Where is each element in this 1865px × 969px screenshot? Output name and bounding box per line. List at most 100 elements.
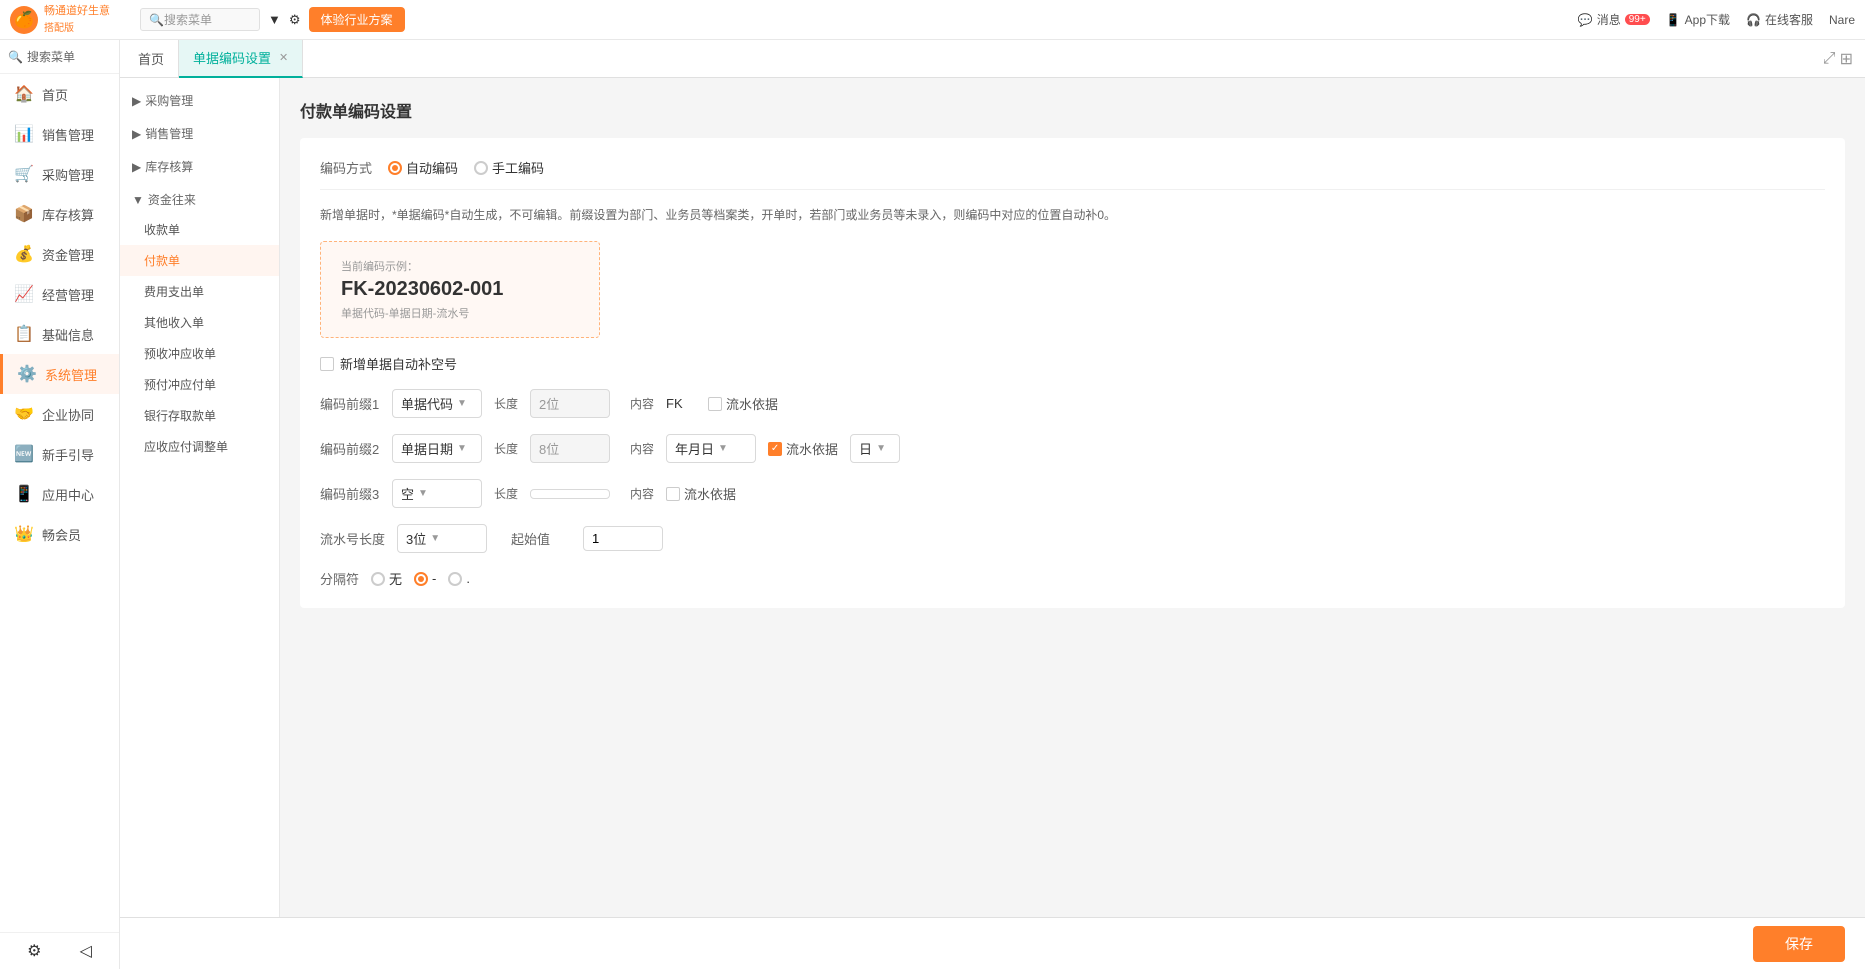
experience-button[interactable]: 体验行业方案 (309, 7, 405, 32)
serial1-label: 流水依据 (726, 394, 778, 413)
chevron-down-icon[interactable]: ▼ (268, 12, 281, 27)
sidebar-label-system: 系统管理 (45, 365, 97, 384)
auto-encode-circle (388, 161, 402, 175)
separator-dot[interactable]: . (448, 571, 470, 586)
header-search[interactable]: 🔍 搜索菜单 (140, 8, 260, 31)
user-info[interactable]: Nare (1829, 13, 1855, 27)
serial1-checkbox[interactable]: 流水依据 (708, 394, 778, 413)
serial-length-row: 流水号长度 3位 ▼ 起始值 (320, 524, 1825, 553)
auto-fill-checkbox[interactable] (320, 357, 334, 371)
separator-dash[interactable]: - (414, 571, 436, 586)
sidebar-item-purchase[interactable]: 🛒 采购管理 (0, 154, 119, 194)
main-content: ▶ 采购管理 ▶ 销售管理 ▶ 库存核算 ▼ 资金往来 收款单 付款单 费用支出… (120, 78, 1865, 969)
serial3-checkbox[interactable]: 流水依据 (666, 484, 736, 503)
collapse-icon[interactable]: ◁ (80, 941, 92, 961)
guide-icon: 🆕 (14, 444, 34, 464)
settings-bottom-icon[interactable]: ⚙ (27, 941, 41, 961)
sidebar-item-sales[interactable]: 📊 销售管理 (0, 114, 119, 154)
business-icon: 📈 (14, 284, 34, 304)
start-value-label: 起始值 (511, 529, 571, 548)
settings-card: 编码方式 自动编码 手工编码 新增单据时，*单据编码*自动生成，不可编辑。前缀设… (300, 138, 1845, 608)
sub-item-receipt[interactable]: 收款单 (120, 214, 279, 245)
prefix3-value: 空 (401, 484, 414, 503)
user-name: Nare (1829, 13, 1855, 27)
auto-fill-row: 新增单据自动补空号 (320, 354, 1825, 373)
group-sales: ▶ 销售管理 (120, 119, 279, 148)
content3-label: 内容 (630, 485, 654, 502)
sidebar-item-guide[interactable]: 🆕 新手引导 (0, 434, 119, 474)
sidebar-item-cooperation[interactable]: 🤝 企业协同 (0, 394, 119, 434)
prefix3-select[interactable]: 空 ▼ (392, 479, 482, 508)
group-inventory-title[interactable]: ▶ 库存核算 (120, 152, 279, 181)
sub-item-bank[interactable]: 银行存取款单 (120, 400, 279, 431)
logo-icon: 🍊 (10, 6, 38, 34)
sub-item-payment[interactable]: 付款单 (120, 245, 279, 276)
prefix2-select[interactable]: 单据日期 ▼ (392, 434, 482, 463)
content2-value: 年月日 (675, 439, 714, 458)
cooperation-icon: 🤝 (14, 404, 34, 424)
preview-desc: 单据代码-单据日期-流水号 (341, 305, 579, 321)
system-icon: ⚙️ (17, 364, 37, 384)
app-download-item[interactable]: 📱 App下载 (1666, 11, 1730, 28)
header-right: 💬 消息 99+ 📱 App下载 🎧 在线客服 Nare (1578, 11, 1855, 28)
preview-value: FK-20230602-001 (341, 278, 579, 301)
sidebar-item-member[interactable]: 👑 畅会员 (0, 514, 119, 554)
manual-encode-radio[interactable]: 手工编码 (474, 158, 544, 177)
prefix2-label: 编码前缀2 (320, 439, 380, 458)
length3-input[interactable] (530, 489, 610, 499)
online-service-item[interactable]: 🎧 在线客服 (1746, 11, 1813, 28)
sidebar-label-member: 畅会员 (42, 525, 81, 544)
prefix1-select[interactable]: 单据代码 ▼ (392, 389, 482, 418)
bottom-bar: 保存 (120, 917, 1865, 969)
sub-item-expense[interactable]: 费用支出单 (120, 276, 279, 307)
tab-fullscreen-icon[interactable]: ⊞ (1840, 49, 1853, 69)
sidebar-item-inventory[interactable]: 📦 库存核算 (0, 194, 119, 234)
sub-item-adjust[interactable]: 应收应付调整单 (120, 431, 279, 462)
prefix3-arrow: ▼ (418, 488, 428, 499)
group-sales-label: 销售管理 (145, 125, 193, 142)
message-item[interactable]: 💬 消息 99+ (1578, 11, 1650, 28)
sidebar-label-business: 经营管理 (42, 285, 94, 304)
separator-row: 分隔符 无 - . (320, 569, 1825, 588)
sidebar-item-apps[interactable]: 📱 应用中心 (0, 474, 119, 514)
sub-sidebar: ▶ 采购管理 ▶ 销售管理 ▶ 库存核算 ▼ 资金往来 收款单 付款单 费用支出… (120, 78, 280, 969)
sub-item-pre-receipt[interactable]: 预收冲应收单 (120, 338, 279, 369)
sub-item-pre-payment[interactable]: 预付冲应付单 (120, 369, 279, 400)
group-capital-title[interactable]: ▼ 资金往来 (120, 185, 279, 214)
group-purchase-title[interactable]: ▶ 采购管理 (120, 86, 279, 115)
auto-encode-label: 自动编码 (406, 158, 458, 177)
serial-length-select[interactable]: 3位 ▼ (397, 524, 487, 553)
sub-item-other-income[interactable]: 其他收入单 (120, 307, 279, 338)
length2-label: 长度 (494, 440, 518, 457)
prefix1-label: 编码前缀1 (320, 394, 380, 413)
start-value-input[interactable] (583, 526, 663, 551)
sidebar-item-business[interactable]: 📈 经营管理 (0, 274, 119, 314)
form-row-1: 编码前缀1 单据代码 ▼ 长度 2位 内容 FK 流水依据 (320, 389, 1825, 418)
tab-expand-icon[interactable]: ⤢ (1823, 50, 1836, 68)
content1-value: FK (666, 396, 696, 411)
sidebar-item-basic[interactable]: 📋 基础信息 (0, 314, 119, 354)
length2-input: 8位 (530, 434, 610, 463)
group-sales-title[interactable]: ▶ 销售管理 (120, 119, 279, 148)
auto-encode-radio[interactable]: 自动编码 (388, 158, 458, 177)
save-button[interactable]: 保存 (1753, 926, 1845, 962)
manual-encode-label: 手工编码 (492, 158, 544, 177)
sidebar-search[interactable]: 🔍 搜索菜单 (0, 40, 119, 74)
sidebar-item-system[interactable]: ⚙️ 系统管理 (0, 354, 119, 394)
sidebar-label-apps: 应用中心 (42, 485, 94, 504)
tab-code-settings[interactable]: 单据编码设置 ✕ (179, 40, 303, 78)
serial2-unit-select[interactable]: 日 ▼ (850, 434, 900, 463)
sidebar-item-home[interactable]: 🏠 首页 (0, 74, 119, 114)
content2-select[interactable]: 年月日 ▼ (666, 434, 756, 463)
serial2-checkbox[interactable]: ✓ 流水依据 (768, 439, 838, 458)
sidebar-bottom: ⚙ ◁ (0, 932, 119, 969)
separator-none[interactable]: 无 (371, 569, 402, 588)
tab-home[interactable]: 首页 (124, 40, 179, 78)
sidebar: 🔍 搜索菜单 🏠 首页 📊 销售管理 🛒 采购管理 📦 库存核算 💰 资金管理 … (0, 40, 120, 969)
settings-icon[interactable]: ⚙ (289, 12, 301, 28)
logo-area: 🍊 畅通道好生意 搭配版 (10, 5, 130, 33)
message-icon: 💬 (1578, 13, 1593, 27)
tab-close-icon[interactable]: ✕ (279, 51, 288, 64)
separator-none-label: 无 (389, 569, 402, 588)
sidebar-item-finance[interactable]: 💰 资金管理 (0, 234, 119, 274)
